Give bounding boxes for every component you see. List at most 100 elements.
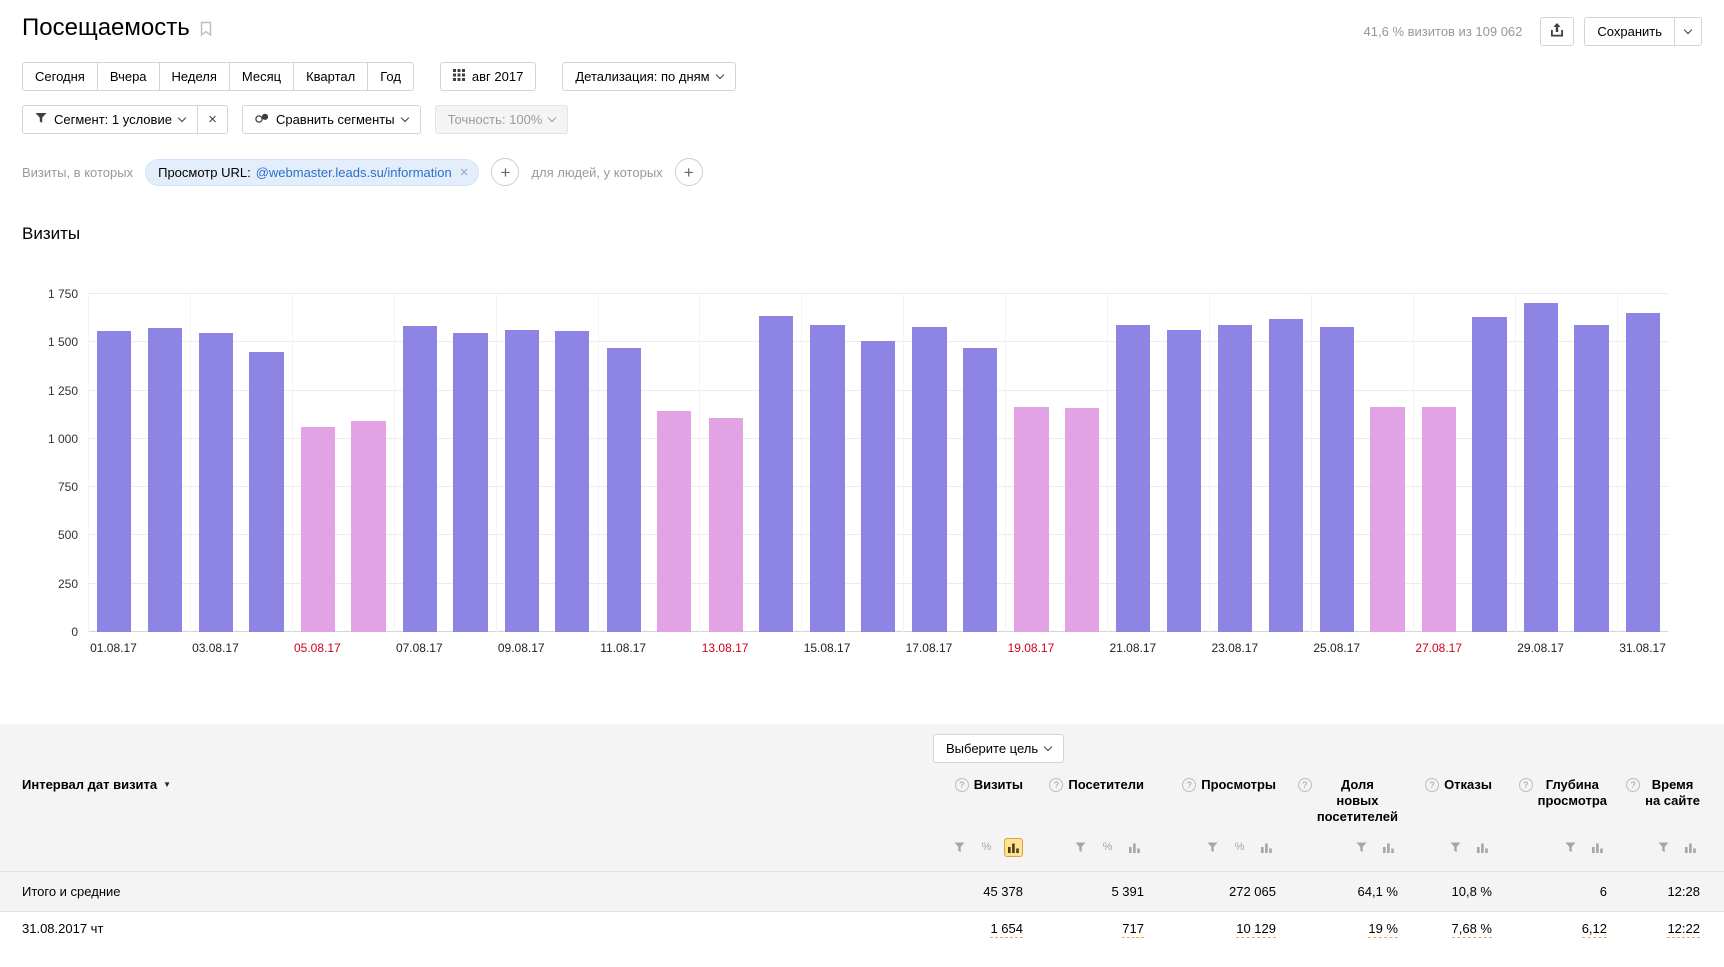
bar-20.08.17[interactable]	[1064, 407, 1099, 632]
url-filter-chip[interactable]: Просмотр URL: @webmaster.leads.su/inform…	[145, 158, 480, 186]
bar-17.08.17[interactable]	[912, 326, 947, 632]
help-icon[interactable]: ?	[1626, 778, 1641, 792]
save-button[interactable]: Сохранить	[1584, 17, 1675, 46]
metric-value-link[interactable]: 6,12	[1581, 921, 1607, 938]
bar-26.08.17[interactable]	[1370, 407, 1405, 632]
filter-icon[interactable]	[1561, 838, 1580, 857]
bar-chart-icon[interactable]	[1125, 838, 1144, 857]
chip-url-link[interactable]: @webmaster.leads.su/information	[256, 165, 452, 180]
accuracy-button[interactable]: Точность: 100%	[434, 105, 569, 134]
bar-chart-icon[interactable]	[1473, 838, 1492, 857]
bar-23.08.17[interactable]	[1218, 324, 1253, 632]
bar-08.08.17[interactable]	[453, 332, 488, 632]
export-button[interactable]	[1540, 17, 1575, 46]
bar-09.08.17[interactable]	[504, 329, 539, 632]
segment-clear-button[interactable]: ×	[196, 105, 228, 134]
metric-value-link[interactable]: 7,68 %	[1451, 921, 1492, 938]
x-tick-label: 17.08.17	[905, 641, 953, 655]
table-header-date-interval[interactable]: Интервал дат визита ▼	[22, 777, 880, 792]
bar-22.08.17[interactable]	[1166, 329, 1201, 632]
chart-bar-slot	[241, 294, 291, 632]
bar-11.08.17[interactable]	[606, 348, 641, 632]
bar-13.08.17[interactable]	[708, 417, 743, 632]
bar-10.08.17[interactable]	[555, 330, 590, 632]
filter-icon[interactable]	[950, 838, 969, 857]
bar-05.08.17[interactable]	[300, 427, 336, 632]
chip-remove-icon[interactable]: ×	[460, 164, 469, 181]
bar-24.08.17[interactable]	[1268, 319, 1303, 632]
period-tab-4[interactable]: Месяц	[228, 62, 295, 91]
bar-27.08.17[interactable]	[1421, 407, 1457, 632]
metric-value: 272 065	[1229, 884, 1276, 899]
period-tab-5[interactable]: Квартал	[293, 62, 369, 91]
bar-25.08.17[interactable]	[1319, 326, 1355, 632]
chart-x-axis: 01.08.17 03.08.17 05.08.17 07.08.17 09.08.17…	[88, 641, 1668, 655]
help-icon[interactable]: ?	[1049, 778, 1064, 792]
bar-06.08.17[interactable]	[351, 420, 386, 632]
metric-value-link[interactable]: 1 654	[990, 921, 1023, 938]
compare-segments-button[interactable]: Сравнить сегменты	[241, 105, 421, 134]
filter-icon[interactable]	[1446, 838, 1465, 857]
add-people-condition-button[interactable]: +	[674, 158, 703, 186]
metric-value-link[interactable]: 12:22	[1667, 921, 1700, 938]
bar-01.08.17[interactable]	[97, 330, 132, 632]
help-icon[interactable]: ?	[1182, 778, 1197, 792]
metric-value: 45 378	[983, 884, 1023, 899]
filter-icon[interactable]	[1654, 838, 1673, 857]
percent-icon[interactable]: %	[1098, 838, 1117, 857]
segment-button[interactable]: Сегмент: 1 условие	[22, 105, 198, 134]
bar-29.08.17[interactable]	[1523, 302, 1559, 632]
help-icon[interactable]: ?	[1425, 778, 1440, 792]
calendar-button[interactable]: авг 2017	[439, 62, 537, 91]
bar-28.08.17[interactable]	[1472, 317, 1507, 632]
bar-31.08.17[interactable]	[1625, 312, 1660, 632]
bar-chart-icon[interactable]	[1379, 838, 1398, 857]
detalization-button[interactable]: Детализация: по дням	[562, 62, 736, 91]
period-tab-2[interactable]: Вчера	[96, 62, 160, 91]
filter-icon[interactable]	[1203, 838, 1222, 857]
bar-19.08.17[interactable]	[1014, 407, 1049, 632]
bar-chart-icon[interactable]	[1004, 837, 1023, 857]
bar-15.08.17[interactable]	[810, 324, 845, 632]
filter-icon[interactable]	[1352, 838, 1371, 857]
bar-03.08.17[interactable]	[198, 332, 234, 632]
metric-value-link[interactable]: 10 129	[1236, 921, 1276, 938]
add-visit-condition-button[interactable]: +	[491, 158, 520, 186]
period-tab-6[interactable]: Год	[367, 62, 414, 91]
bookmark-icon[interactable]	[200, 21, 212, 40]
save-dropdown-button[interactable]	[1674, 17, 1702, 46]
row-label[interactable]: 31.08.2017 чт	[22, 921, 880, 936]
bar-07.08.17[interactable]	[402, 325, 438, 632]
column-header-label[interactable]: Визиты	[974, 777, 1023, 793]
filter-icon[interactable]	[1071, 838, 1090, 857]
metric-value-link[interactable]: 19 %	[1368, 921, 1398, 938]
help-icon[interactable]: ?	[954, 778, 969, 792]
bar-chart-icon[interactable]	[1681, 838, 1700, 857]
column-header-label[interactable]: Посетители	[1068, 777, 1144, 793]
chart-bar-slot	[343, 294, 393, 632]
metric-value-link[interactable]: 717	[1122, 921, 1144, 938]
bar-21.08.17[interactable]	[1116, 324, 1151, 632]
bar-30.08.17[interactable]	[1574, 324, 1609, 632]
column-header-label[interactable]: Отказы	[1444, 777, 1492, 793]
chart-bar-slot	[955, 294, 1005, 632]
help-icon[interactable]: ?	[1518, 778, 1533, 792]
column-header-label[interactable]: Просмотры	[1201, 777, 1276, 793]
bar-18.08.17[interactable]	[962, 348, 998, 632]
period-tab-3[interactable]: Неделя	[158, 62, 230, 91]
bar-16.08.17[interactable]	[860, 341, 896, 632]
column-header-label[interactable]: Глубина просмотра	[1538, 777, 1607, 809]
bar-12.08.17[interactable]	[657, 410, 692, 632]
bar-chart-icon[interactable]	[1588, 838, 1607, 857]
period-tab-1[interactable]: Сегодня	[22, 62, 98, 91]
percent-icon[interactable]: %	[1230, 838, 1249, 857]
bar-02.08.17[interactable]	[147, 327, 182, 632]
choose-goal-button[interactable]: Выберите цель	[933, 734, 1065, 763]
bar-14.08.17[interactable]	[758, 316, 794, 632]
bar-chart-icon[interactable]	[1257, 838, 1276, 857]
bar-04.08.17[interactable]	[249, 351, 284, 632]
column-header-label[interactable]: Доля новых посетителей	[1317, 777, 1398, 825]
column-header-label[interactable]: Время на сайте	[1645, 777, 1700, 809]
help-icon[interactable]: ?	[1297, 778, 1312, 792]
percent-icon[interactable]: %	[977, 838, 996, 857]
